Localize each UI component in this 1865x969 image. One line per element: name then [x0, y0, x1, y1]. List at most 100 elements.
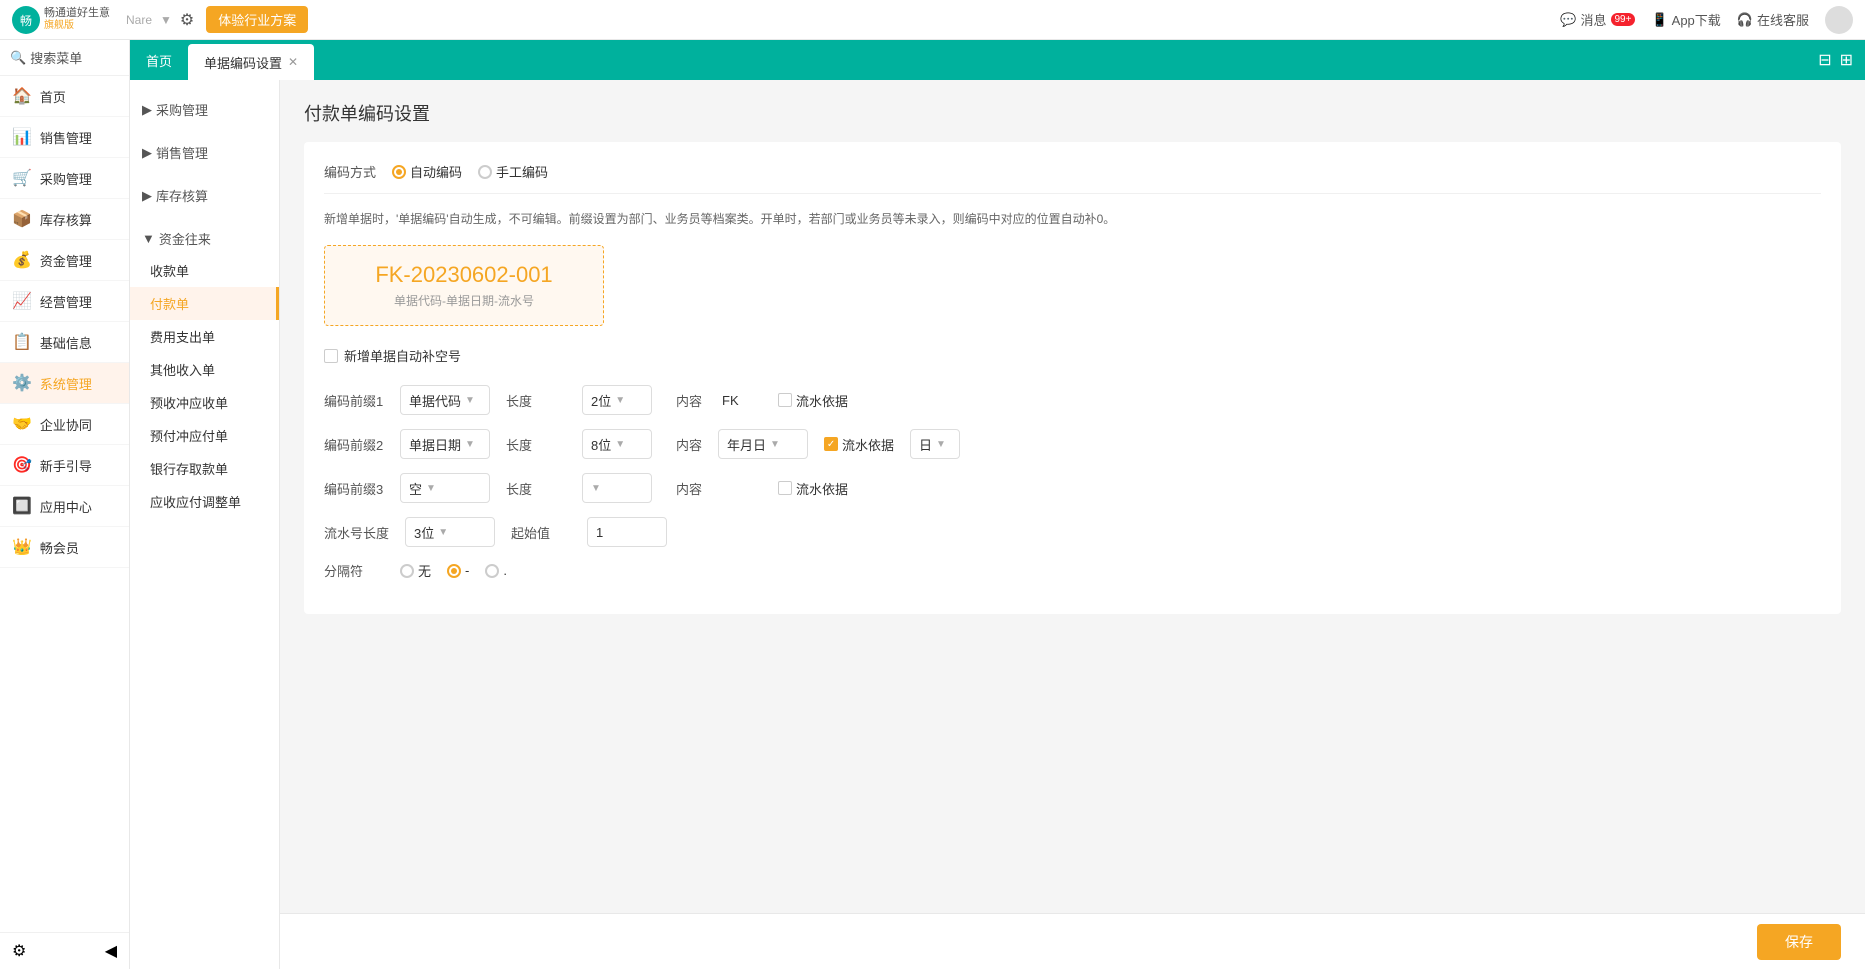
- length2-select[interactable]: 8位 ▼: [582, 429, 652, 459]
- sub-item-expense[interactable]: 费用支出单: [130, 320, 279, 353]
- radio-auto-encode[interactable]: 自动编码: [392, 162, 462, 181]
- encode-method-label: 编码方式: [324, 162, 376, 181]
- sub-header-label: 资金往来: [159, 229, 211, 248]
- tab-close-icon[interactable]: ✕: [288, 55, 298, 69]
- sub-item-advance-receipt[interactable]: 预收冲应收单: [130, 386, 279, 419]
- save-button[interactable]: 保存: [1757, 924, 1841, 960]
- tab-home[interactable]: 首页: [130, 40, 188, 80]
- sub-item-other-income[interactable]: 其他收入单: [130, 353, 279, 386]
- online-service-btn[interactable]: 🎧 在线客服: [1737, 10, 1809, 29]
- sub-item-bank[interactable]: 银行存取款单: [130, 452, 279, 485]
- stream1-checkbox-row: 流水依据: [778, 391, 848, 410]
- auto-fill-row: 新增单据自动补空号: [324, 346, 1821, 365]
- breadcrumb: Nare: [126, 13, 152, 27]
- prefix2-label: 编码前缀2: [324, 435, 384, 454]
- separator-dot-label: .: [503, 563, 507, 578]
- separator-dot[interactable]: .: [485, 563, 507, 578]
- arrow-right-icon: ▶: [142, 145, 152, 161]
- main-layout: 🔍 搜索菜单 🏠 首页 📊 销售管理 🛒 采购管理 📦 库存核算 💰 资金管理 …: [0, 40, 1865, 969]
- serial-start-label: 起始值: [511, 523, 571, 542]
- separator-dot-dot: [485, 564, 499, 578]
- sidebar-menu-item-sales[interactable]: 📊 销售管理: [0, 117, 129, 158]
- auto-fill-checkbox[interactable]: [324, 349, 338, 363]
- length2-value: 8位: [591, 435, 611, 454]
- tab-encode-settings[interactable]: 单据编码设置 ✕: [188, 44, 314, 80]
- sidebar-item-label: 基础信息: [40, 333, 92, 352]
- prefix1-select[interactable]: 单据代码 ▼: [400, 385, 490, 415]
- tab-encode-label: 单据编码设置: [204, 53, 282, 72]
- length1-label: 长度: [506, 391, 566, 410]
- sub-header-inventory[interactable]: ▶ 库存核算: [130, 180, 279, 211]
- serial-arrow-icon: ▼: [438, 527, 448, 538]
- sidebar-menu-item-inventory[interactable]: 📦 库存核算: [0, 199, 129, 240]
- separator-none[interactable]: 无: [400, 561, 431, 580]
- sidebar-menu-item-enterprise[interactable]: 🤝 企业协同: [0, 404, 129, 445]
- stream3-checkbox[interactable]: [778, 481, 792, 495]
- sub-item-adjust[interactable]: 应收应付调整单: [130, 485, 279, 518]
- stream1-checkbox[interactable]: [778, 393, 792, 407]
- arrow-down-icon: ▼: [142, 231, 155, 246]
- stream2-label: 流水依据: [842, 435, 894, 454]
- trial-btn[interactable]: 体验行业方案: [206, 6, 308, 33]
- stream2-checkbox[interactable]: ✓: [824, 437, 838, 451]
- separator-dash[interactable]: -: [447, 563, 469, 578]
- radio-auto-dot: [392, 165, 406, 179]
- settings-bottom-icon[interactable]: ⚙: [12, 941, 26, 961]
- sub-item-payment[interactable]: 付款单: [130, 287, 279, 320]
- sidebar-item-label: 经营管理: [40, 292, 92, 311]
- sidebar-menu-item-system[interactable]: ⚙️ 系统管理: [0, 363, 129, 404]
- serial-length-select[interactable]: 3位 ▼: [405, 517, 495, 547]
- prefix2-select[interactable]: 单据日期 ▼: [400, 429, 490, 459]
- sub-group-inventory: ▶ 库存核算: [130, 174, 279, 217]
- content1-value: FK: [722, 393, 762, 408]
- sub-item-advance-payment[interactable]: 预付冲应付单: [130, 419, 279, 452]
- length2-arrow-icon: ▼: [615, 439, 625, 450]
- nav-dropdown-arrow[interactable]: ▼: [160, 13, 172, 27]
- sidebar-menu-item-basic[interactable]: 📋 基础信息: [0, 322, 129, 363]
- content2-select[interactable]: 年月日 ▼: [718, 429, 808, 459]
- collapse-icon[interactable]: ◀: [105, 941, 117, 961]
- enterprise-icon: 🤝: [12, 414, 32, 434]
- prefix1-arrow-icon: ▼: [465, 395, 475, 406]
- app-logo: 畅 畅通道好生意 旗舰版: [12, 6, 110, 34]
- prefix3-select[interactable]: 空 ▼: [400, 473, 490, 503]
- sidebar-menu-item-apps[interactable]: 🔲 应用中心: [0, 486, 129, 527]
- search-menu-btn[interactable]: 🔍 搜索菜单: [0, 40, 129, 76]
- sidebar-menu-item-vip[interactable]: 👑 畅会员: [0, 527, 129, 568]
- length3-select[interactable]: ▼: [582, 473, 652, 503]
- sidebar-item-label: 资金管理: [40, 251, 92, 270]
- stream1-label: 流水依据: [796, 391, 848, 410]
- sub-header-purchase[interactable]: ▶ 采购管理: [130, 94, 279, 125]
- stream2-select[interactable]: 日 ▼: [910, 429, 960, 459]
- logo-icon: 畅: [12, 6, 40, 34]
- messages-label: 消息: [1580, 10, 1606, 29]
- user-avatar[interactable]: [1825, 6, 1853, 34]
- sub-item-receipt[interactable]: 收款单: [130, 254, 279, 287]
- sidebar-menu-item-operations[interactable]: 📈 经营管理: [0, 281, 129, 322]
- sidebar-menu-item-guide[interactable]: 🎯 新手引导: [0, 445, 129, 486]
- sidebar-menu-item-purchase[interactable]: 🛒 采购管理: [0, 158, 129, 199]
- system-icon: ⚙️: [12, 373, 32, 393]
- length1-value: 2位: [591, 391, 611, 410]
- settings-icon[interactable]: ⚙: [180, 10, 194, 30]
- search-icon: 🔍: [10, 50, 26, 66]
- serial-start-input[interactable]: [587, 517, 667, 547]
- sub-header-sales[interactable]: ▶ 销售管理: [130, 137, 279, 168]
- arrow-right-icon: ▶: [142, 188, 152, 204]
- tab-expand-icon[interactable]: ⊞: [1840, 50, 1853, 70]
- home-icon: 🏠: [12, 86, 32, 106]
- sidebar-menu-item-finance[interactable]: 💰 资金管理: [0, 240, 129, 281]
- app-download-btn[interactable]: 📱 App下载: [1651, 10, 1720, 29]
- prefix1-label: 编码前缀1: [324, 391, 384, 410]
- sub-group-finance: ▼ 资金往来 收款单 付款单 费用支出单 其他收入单 预收冲应收单 预付冲应付单…: [130, 217, 279, 524]
- radio-manual-encode[interactable]: 手工编码: [478, 162, 548, 181]
- length1-select[interactable]: 2位 ▼: [582, 385, 652, 415]
- auto-fill-label: 新增单据自动补空号: [344, 346, 461, 365]
- tab-minimize-icon[interactable]: ⊟: [1818, 50, 1831, 70]
- sidebar-menu-item-home[interactable]: 🏠 首页: [0, 76, 129, 117]
- stream3-label: 流水依据: [796, 479, 848, 498]
- messages-btn[interactable]: 💬 消息 99+: [1560, 10, 1635, 29]
- sub-header-finance[interactable]: ▼ 资金往来: [130, 223, 279, 254]
- app-download-label: App下载: [1672, 10, 1721, 29]
- content-area: ▶ 采购管理 ▶ 销售管理 ▶ 库存核算: [130, 80, 1865, 969]
